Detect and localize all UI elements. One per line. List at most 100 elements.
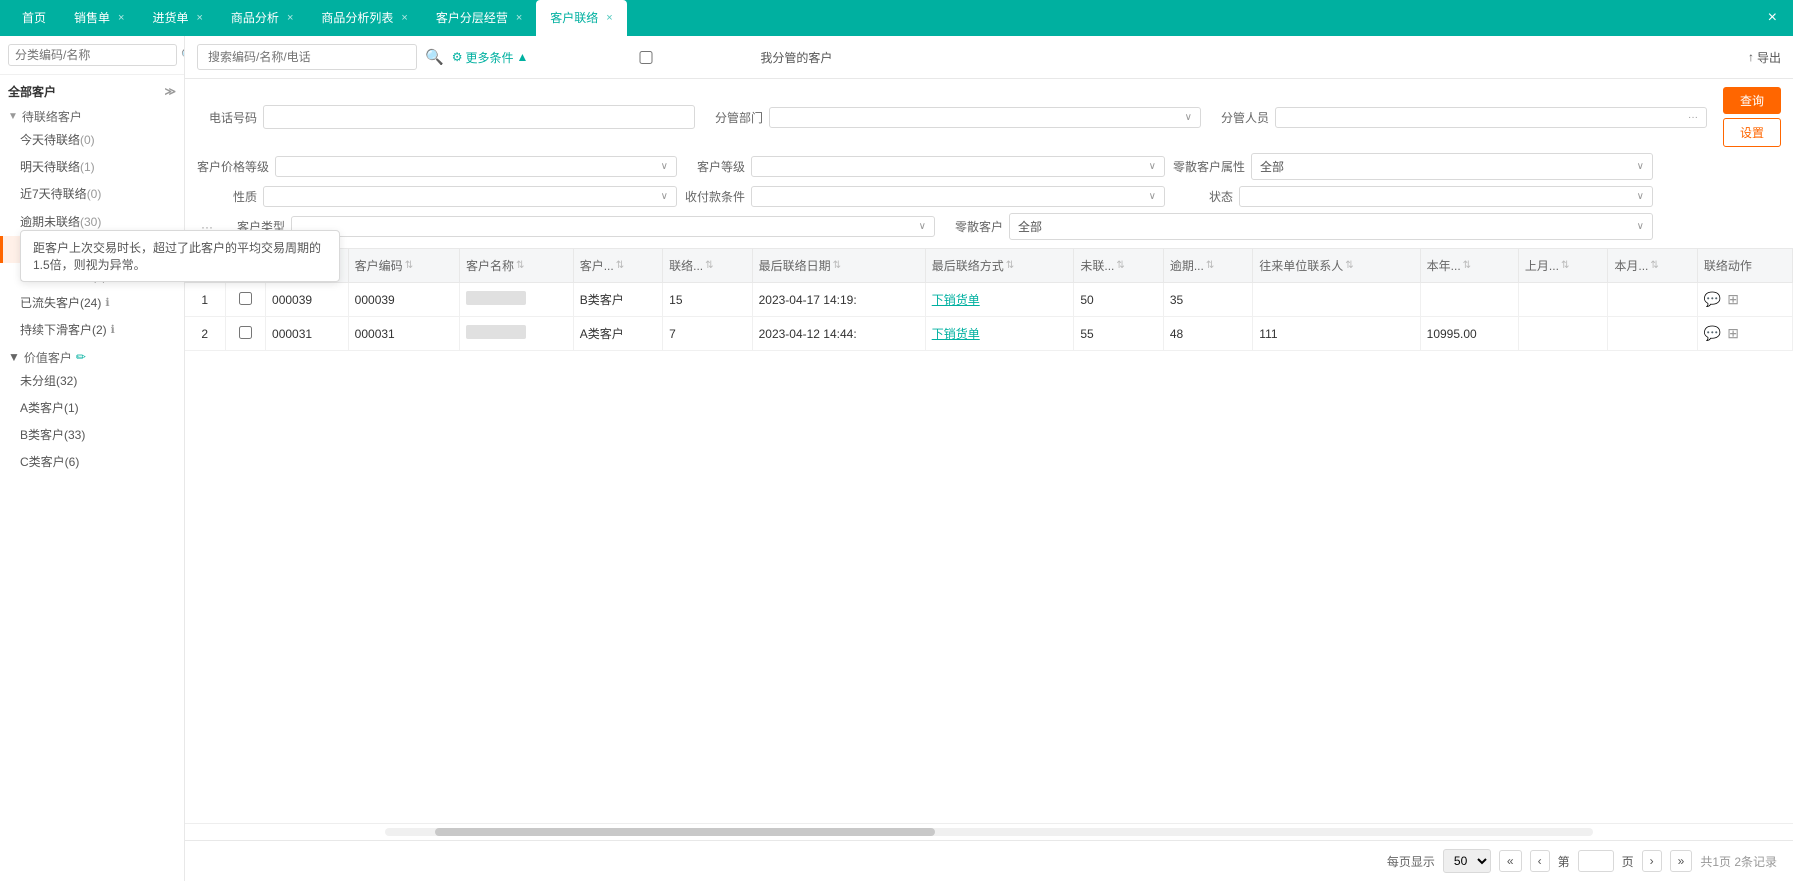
- query-button[interactable]: 查询: [1723, 87, 1781, 114]
- my-customers-checkbox-label[interactable]: 我分管的客户: [536, 49, 832, 66]
- price-level-chevron-icon: ∨: [661, 161, 668, 172]
- main-search-icon[interactable]: 🔍: [425, 48, 444, 66]
- sidebar-search-input[interactable]: [8, 44, 177, 66]
- page-number-input[interactable]: 1: [1578, 850, 1614, 872]
- dept-chevron-icon: ∨: [1185, 112, 1192, 123]
- filter-gender: 性质 ∨: [197, 186, 677, 207]
- nav-analysis-list[interactable]: 商品分析列表 ×: [307, 0, 421, 36]
- unread-sort-icon[interactable]: ⇅: [1116, 260, 1124, 271]
- overdue-sort-icon[interactable]: ⇅: [1206, 260, 1214, 271]
- filter-status: 状态 ∨: [1173, 186, 1653, 207]
- sidebar-search-icon[interactable]: 🔍: [181, 48, 185, 62]
- sidebar-item-today-pending[interactable]: 今天待联络(0): [0, 127, 184, 154]
- app-close-button[interactable]: ×: [1760, 9, 1785, 27]
- customer-name-sort-icon[interactable]: ⇅: [516, 260, 524, 271]
- gender-select[interactable]: ∨: [263, 186, 677, 207]
- retail-attr-select[interactable]: 全部 ∨: [1251, 153, 1653, 180]
- filter-row-2: 客户价格等级 ∨ 客户等级 ∨ 零散客户属性 全部: [197, 153, 1781, 180]
- retail-customer-select[interactable]: 全部 ∨: [1009, 213, 1653, 240]
- horizontal-scrollbar[interactable]: [385, 828, 1593, 836]
- value-group-label[interactable]: ▼ 价值客户 ✏: [0, 345, 184, 368]
- sidebar-item-lost-customers[interactable]: 已流失客户(24) ℹ: [0, 290, 184, 317]
- nav-analysis[interactable]: 商品分析 ×: [217, 0, 307, 36]
- last-month-sort-icon[interactable]: ⇅: [1561, 260, 1569, 271]
- payment-select[interactable]: ∨: [751, 186, 1165, 207]
- nav-purchase[interactable]: 进货单 ×: [138, 0, 216, 36]
- col-last-month: 上月... ⇅: [1518, 249, 1607, 283]
- row2-grid-icon[interactable]: ⊞: [1727, 325, 1739, 342]
- sidebar-item-ungrouped[interactable]: 未分组(32): [0, 368, 184, 395]
- row1-index: 1: [185, 283, 225, 317]
- scrollbar-thumb[interactable]: [435, 828, 935, 836]
- customer-code-sort-icon[interactable]: ⇅: [405, 260, 413, 271]
- more-filter-button[interactable]: ⚙ 更多条件 ▲: [452, 49, 529, 66]
- sidebar-item-7days-pending[interactable]: 近7天待联络(0): [0, 181, 184, 208]
- contact-count-sort-icon[interactable]: ⇅: [705, 260, 713, 271]
- company-contacts-sort-icon[interactable]: ⇅: [1345, 260, 1353, 271]
- phone-input[interactable]: [263, 105, 695, 129]
- declining-info-icon[interactable]: ℹ: [111, 322, 115, 340]
- row2-select-checkbox[interactable]: [239, 326, 252, 339]
- close-customer-seg-icon[interactable]: ×: [516, 0, 522, 36]
- row1-select-checkbox[interactable]: [239, 292, 252, 305]
- per-page-select[interactable]: 50: [1443, 849, 1491, 873]
- status-select[interactable]: ∨: [1239, 186, 1653, 207]
- first-page-button[interactable]: «: [1499, 850, 1522, 872]
- row2-customer-code-val: 000031: [348, 317, 459, 351]
- row1-this-month: [1608, 283, 1697, 317]
- row2-checkbox[interactable]: [225, 317, 266, 351]
- sidebar-item-class-b[interactable]: B类客户(33): [0, 422, 184, 449]
- row2-index: 2: [185, 317, 225, 351]
- this-month-sort-icon[interactable]: ⇅: [1650, 260, 1658, 271]
- my-customers-checkbox[interactable]: [536, 51, 756, 64]
- row1-checkbox[interactable]: [225, 283, 266, 317]
- row1-grid-icon[interactable]: ⊞: [1727, 291, 1739, 308]
- sidebar-item-declining[interactable]: 持续下滑客户(2) ℹ: [0, 317, 184, 344]
- row2-this-month: [1608, 317, 1697, 351]
- nav-home[interactable]: 首页: [8, 0, 60, 36]
- all-customers-header[interactable]: 全部客户 ≫: [0, 75, 184, 104]
- pending-group-label[interactable]: ▼ 待联络客户: [0, 104, 184, 127]
- row1-last-contact-method[interactable]: 下销货单: [925, 283, 1074, 317]
- sidebar-item-class-a[interactable]: A类客户(1): [0, 395, 184, 422]
- main-search-input[interactable]: [197, 44, 417, 70]
- last-contact-date-sort-icon[interactable]: ⇅: [833, 260, 841, 271]
- nav-sales[interactable]: 销售单 ×: [60, 0, 138, 36]
- close-analysis-list-icon[interactable]: ×: [401, 0, 407, 36]
- filter-retail-customer: 零散客户 全部 ∨: [943, 213, 1653, 240]
- row2-chat-icon[interactable]: 💬: [1704, 325, 1721, 342]
- sidebar-item-tomorrow-pending[interactable]: 明天待联络(1): [0, 154, 184, 181]
- customer-type-sort-icon[interactable]: ⇅: [616, 260, 624, 271]
- value-group-edit-icon[interactable]: ✏: [76, 350, 86, 364]
- sidebar-search-area: 🔍: [0, 36, 184, 75]
- this-year-sort-icon[interactable]: ⇅: [1463, 260, 1471, 271]
- setting-button[interactable]: 设置: [1723, 118, 1781, 147]
- close-sales-icon[interactable]: ×: [118, 0, 124, 36]
- price-level-select[interactable]: ∨: [275, 156, 677, 177]
- filter-payment: 收付款条件 ∨: [685, 186, 1165, 207]
- gender-chevron-icon: ∨: [661, 191, 668, 202]
- dept-select[interactable]: ∨: [769, 107, 1201, 128]
- close-customer-contact-icon[interactable]: ×: [606, 0, 612, 36]
- next-page-button[interactable]: ›: [1642, 850, 1662, 872]
- prev-page-button[interactable]: ‹: [1530, 850, 1550, 872]
- export-button[interactable]: ↑ 导出: [1748, 49, 1781, 66]
- customer-level-select[interactable]: ∨: [751, 156, 1165, 177]
- person-select[interactable]: ···: [1275, 107, 1707, 128]
- row2-last-contact-method[interactable]: 下销货单: [925, 317, 1074, 351]
- sidebar-item-class-c[interactable]: C类客户(6): [0, 449, 184, 476]
- filter-chevron-icon: ▲: [516, 50, 528, 64]
- customer-type-select[interactable]: ∨: [291, 216, 935, 237]
- person-chevron-icon: ···: [1688, 112, 1698, 123]
- close-analysis-icon[interactable]: ×: [287, 0, 293, 36]
- last-page-button[interactable]: »: [1670, 850, 1693, 872]
- lost-customers-info-icon[interactable]: ℹ: [105, 295, 109, 313]
- sidebar-collapse-icon[interactable]: ≫: [164, 85, 176, 98]
- row1-chat-icon[interactable]: 💬: [1704, 291, 1721, 308]
- nav-customer-contact[interactable]: 客户联络 ×: [536, 0, 626, 36]
- row2-last-month: [1518, 317, 1607, 351]
- last-contact-method-sort-icon[interactable]: ⇅: [1006, 260, 1014, 271]
- main-layout: 🔍 全部客户 ≫ ▼ 待联络客户 今天待联络(0) 明天待联络(1) 近7天待联…: [0, 36, 1793, 881]
- close-purchase-icon[interactable]: ×: [196, 0, 202, 36]
- nav-customer-seg[interactable]: 客户分层经营 ×: [422, 0, 536, 36]
